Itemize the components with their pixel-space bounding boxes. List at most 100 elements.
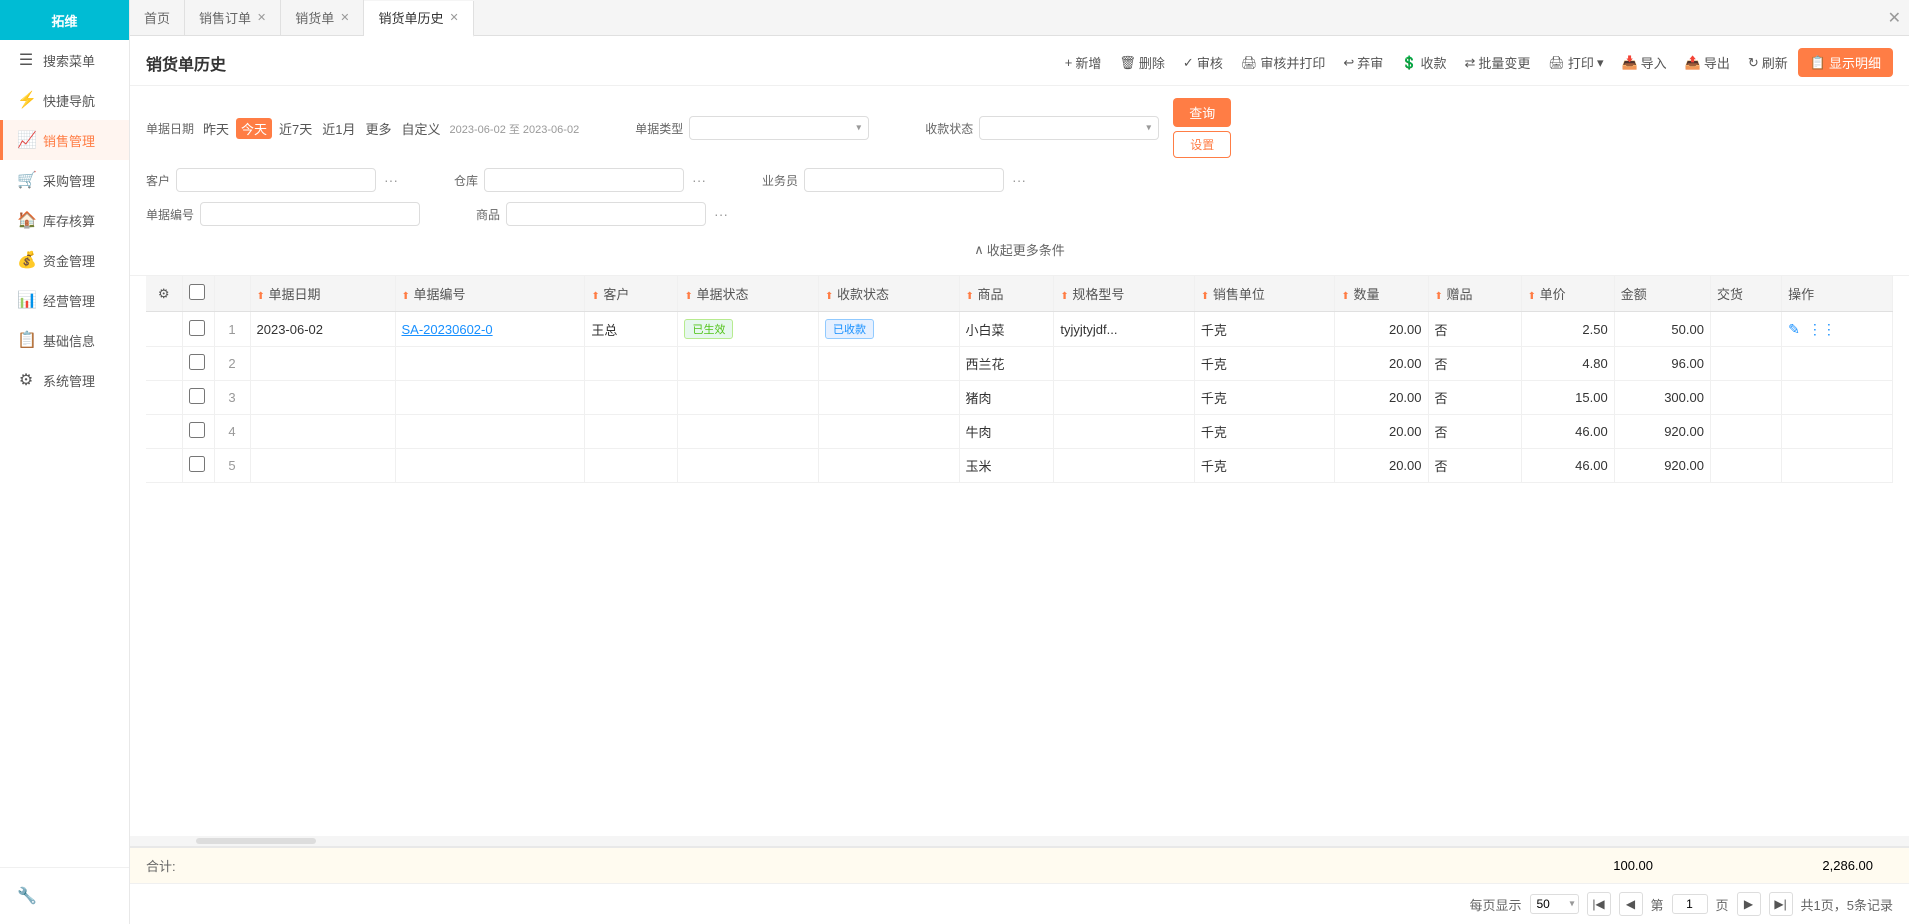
collect-status-label: 收款状态 [925, 120, 973, 137]
horizontal-scrollbar[interactable] [130, 836, 1909, 846]
cell-doc-status-0: 已生效 [678, 312, 819, 347]
sidebar-item-operation[interactable]: 📊 经营管理 [0, 280, 129, 320]
sidebar-item-search-menu[interactable]: ☰ 搜索菜单 [0, 40, 129, 80]
col-spec-type[interactable]: ⬆ 规格型号 [1054, 276, 1195, 312]
sidebar-item-finance[interactable]: 💰 资金管理 [0, 240, 129, 280]
refresh-button[interactable]: ↻ 刷新 [1740, 49, 1796, 76]
row-checkbox-1[interactable] [189, 354, 205, 370]
col-customer[interactable]: ⬆ 客户 [585, 276, 678, 312]
query-button[interactable]: 查询 [1173, 98, 1231, 127]
col-quantity[interactable]: ⬆ 数量 [1335, 276, 1428, 312]
doc-no-input[interactable] [200, 202, 420, 226]
collect-status-select-wrapper [979, 116, 1159, 140]
current-page-input[interactable] [1672, 894, 1708, 914]
row-checkbox-3[interactable] [189, 422, 205, 438]
print-icon: 🖨 [1548, 55, 1565, 71]
export-button[interactable]: 📤 导出 [1677, 49, 1738, 76]
delete-button[interactable]: 🗑 删除 [1111, 49, 1173, 76]
cell-goods-2: 猪肉 [959, 381, 1054, 415]
col-unit-price[interactable]: ⬆ 单价 [1521, 276, 1614, 312]
shortcut-more[interactable]: 更多 [363, 118, 395, 139]
shortcut-7days[interactable]: 近7天 [276, 118, 315, 139]
row-checkbox-0[interactable] [189, 320, 205, 336]
doc-type-label: 单据类型 [635, 120, 683, 137]
print-button[interactable]: 🖨 打印 ▾ [1540, 49, 1611, 76]
goods-more-btn[interactable]: ··· [714, 206, 728, 222]
col-collect-status[interactable]: ⬆ 收款状态 [818, 276, 959, 312]
first-page-button[interactable]: |◀ [1587, 892, 1611, 916]
page-size-select[interactable]: 20 50 100 [1530, 894, 1579, 914]
sidebar-bottom-item1[interactable]: 🔧 [0, 876, 129, 916]
more-icon-0[interactable]: ⋮⋮ [1808, 321, 1836, 338]
tab-sales-history[interactable]: 销货单历史 ✕ [364, 1, 473, 37]
cell-checkbox-0 [182, 312, 214, 347]
scrollbar-thumb[interactable] [196, 838, 316, 844]
tab-sales-order[interactable]: 销售订单 ✕ [185, 0, 281, 36]
warehouse-more-btn[interactable]: ··· [692, 172, 706, 188]
row-checkbox-2[interactable] [189, 388, 205, 404]
tab-home[interactable]: 首页 [130, 0, 185, 36]
col-sales-unit[interactable]: ⬆ 销售单位 [1194, 276, 1335, 312]
audit-button[interactable]: ✓ 审核 [1175, 49, 1231, 76]
tab-close-sales-history[interactable]: ✕ [450, 11, 459, 24]
cell-doc-status-3 [678, 415, 819, 449]
inventory-icon: 🏠 [17, 210, 35, 230]
cell-rownum-2: 3 [214, 381, 250, 415]
edit-icon-0[interactable]: ✎ [1788, 321, 1800, 338]
col-gift[interactable]: ⬆ 赠品 [1428, 276, 1521, 312]
tab-sales-goods[interactable]: 销货单 ✕ [281, 0, 364, 36]
doc-type-select[interactable] [689, 116, 869, 140]
collect-button[interactable]: 💲 收款 [1393, 49, 1454, 76]
cell-amount-0: 50.00 [1614, 312, 1710, 347]
col-settings[interactable]: ⚙ [146, 276, 182, 312]
col-doc-no[interactable]: ⬆ 单据编号 [395, 276, 585, 312]
shortcut-today[interactable]: 今天 [236, 118, 272, 139]
sidebar-item-purchase-mgmt[interactable]: 🛒 采购管理 [0, 160, 129, 200]
sidebar-item-sales-mgmt[interactable]: 📈 销售管理 [0, 120, 129, 160]
sidebar-item-quick-nav[interactable]: ⚡ 快捷导航 [0, 80, 129, 120]
cell-amount-4: 920.00 [1614, 449, 1710, 483]
cell-doc-no-1 [395, 347, 585, 381]
cell-rownum-1: 2 [214, 347, 250, 381]
customer-more-btn[interactable]: ··· [384, 172, 398, 188]
tab-close-sales-goods[interactable]: ✕ [340, 11, 349, 24]
next-page-button[interactable]: ▶ [1737, 892, 1761, 916]
shortcut-1month[interactable]: 近1月 [319, 118, 358, 139]
sidebar-item-label: 快捷导航 [43, 91, 95, 110]
salesperson-more-btn[interactable]: ··· [1012, 172, 1026, 188]
sidebar-item-label: 搜索菜单 [43, 51, 95, 70]
prev-page-button[interactable]: ◀ [1619, 892, 1643, 916]
batch-change-button[interactable]: ⇄ 批量变更 [1456, 49, 1538, 76]
salesperson-input[interactable] [804, 168, 1004, 192]
tab-close-sales-order[interactable]: ✕ [257, 11, 266, 24]
last-page-button[interactable]: ▶| [1769, 892, 1793, 916]
col-doc-status[interactable]: ⬆ 单据状态 [678, 276, 819, 312]
add-button[interactable]: + 新增 [1057, 49, 1110, 76]
filter-group-salesperson: 业务员 ··· [762, 168, 1026, 192]
shortcut-custom[interactable]: 自定义 [399, 118, 444, 139]
sidebar-item-system-mgmt[interactable]: ⚙ 系统管理 [0, 360, 129, 400]
warehouse-input[interactable] [484, 168, 684, 192]
col-doc-date[interactable]: ⬆ 单据日期 [250, 276, 395, 312]
select-all-checkbox[interactable] [189, 284, 205, 300]
sidebar-item-label: 库存核算 [43, 211, 95, 230]
abandon-button[interactable]: ↩ 弃审 [1335, 49, 1391, 76]
show-detail-button[interactable]: 📋 显示明细 [1798, 48, 1893, 77]
cell-doc-date-3 [250, 415, 395, 449]
collapse-more-btn[interactable]: ∧ 收起更多条件 [146, 236, 1893, 263]
goods-input[interactable] [506, 202, 706, 226]
shortcut-yesterday[interactable]: 昨天 [200, 118, 232, 139]
collect-status-select[interactable] [979, 116, 1159, 140]
sidebar-item-inventory[interactable]: 🏠 库存核算 [0, 200, 129, 240]
cell-transaction-0 [1710, 312, 1781, 347]
customer-input[interactable] [176, 168, 376, 192]
settings-button[interactable]: 设置 [1173, 131, 1231, 158]
audit-print-button[interactable]: 🖨 审核并打印 [1233, 49, 1334, 76]
doc-no-link-0[interactable]: SA-20230602-0 [402, 322, 493, 337]
col-goods[interactable]: ⬆ 商品 [959, 276, 1054, 312]
sidebar-item-basic-info[interactable]: 📋 基础信息 [0, 320, 129, 360]
page-size-wrapper: 20 50 100 [1530, 894, 1579, 914]
tab-bar-close[interactable]: ✕ [1888, 8, 1909, 28]
row-checkbox-4[interactable] [189, 456, 205, 472]
import-button[interactable]: 📥 导入 [1613, 49, 1674, 76]
